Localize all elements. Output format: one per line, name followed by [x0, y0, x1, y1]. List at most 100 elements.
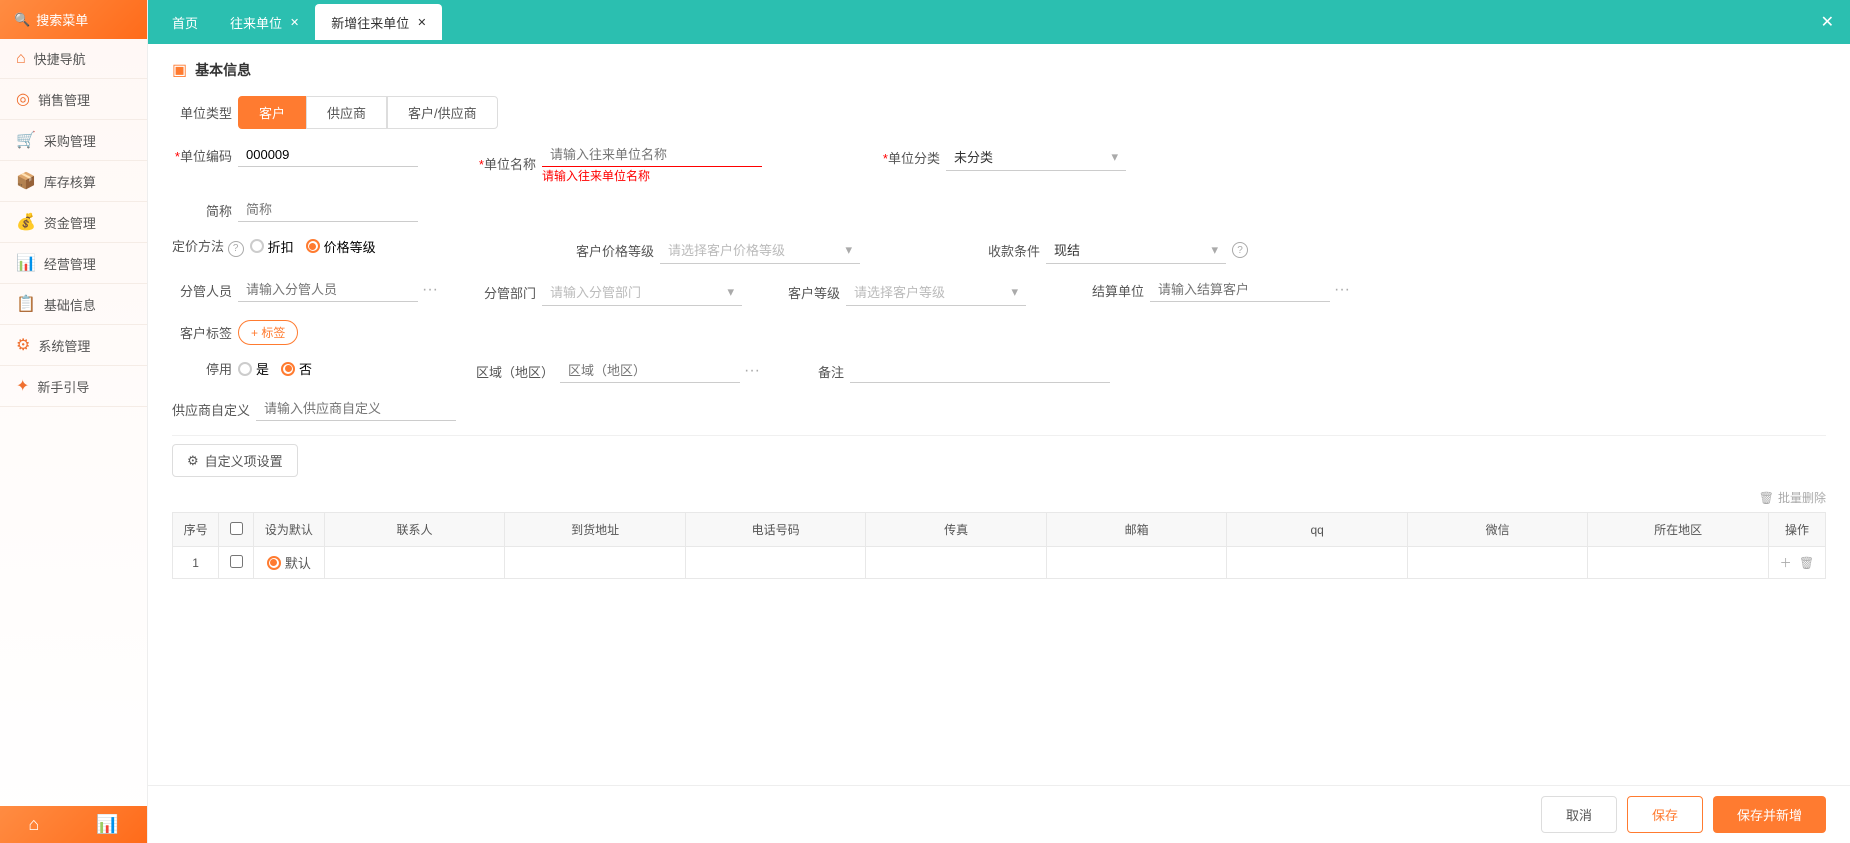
sidebar-item-quick-nav[interactable]: ⌂ 快捷导航: [0, 39, 147, 79]
home-bottom-icon[interactable]: ⌂: [28, 814, 39, 835]
tab-partner-list[interactable]: 往来单位 ✕: [214, 4, 315, 40]
radio-price-level-label: 价格等级: [324, 237, 376, 256]
settlement-label: 结算单位: [1084, 281, 1144, 300]
tabbar-close-button[interactable]: ✕: [1813, 8, 1842, 36]
row-fax-input[interactable]: [876, 556, 1036, 570]
customer-level-select[interactable]: 请选择客户等级 ▾: [846, 278, 1026, 306]
row-fax[interactable]: [866, 547, 1047, 579]
unit-name-error: 请输入往来单位名称: [542, 167, 762, 184]
radio-no[interactable]: 否: [281, 359, 312, 378]
department-arrow: ▾: [727, 284, 734, 300]
sidebar-item-finance[interactable]: 💰 资金管理: [0, 202, 147, 243]
region-dots[interactable]: ···: [744, 362, 760, 380]
remark-field: 备注: [784, 359, 1110, 383]
sidebar-item-purchase[interactable]: 🛒 采购管理: [0, 120, 147, 161]
settlement-input[interactable]: [1150, 278, 1330, 302]
sidebar-item-guide[interactable]: ✦ 新手引导: [0, 366, 147, 407]
unit-code-input[interactable]: [238, 143, 418, 167]
row-no: 1: [173, 547, 219, 579]
supplier-custom-label: 供应商自定义: [172, 400, 250, 419]
add-tag-button[interactable]: + 标签: [238, 320, 298, 345]
sidebar: 🔍 搜索菜单 ⌂ 快捷导航 ◎ 销售管理 🛒 采购管理 📦 库存核算 💰 资金管…: [0, 0, 148, 843]
section-title: 基本信息: [195, 60, 251, 80]
save-button[interactable]: 保存: [1627, 796, 1703, 833]
supplier-custom-input[interactable]: [256, 397, 456, 421]
row-phone[interactable]: [685, 547, 866, 579]
unit-category-select[interactable]: 未分类 ▾: [946, 143, 1126, 171]
row-qq[interactable]: [1227, 547, 1408, 579]
sidebar-item-sales[interactable]: ◎ 销售管理: [0, 79, 147, 120]
custom-settings-button[interactable]: ⚙ 自定义项设置: [172, 444, 298, 477]
row-region-input[interactable]: [1598, 556, 1758, 570]
disabled-label: 停用: [172, 359, 232, 378]
sidebar-item-stock[interactable]: 📦 库存核算: [0, 161, 147, 202]
col-qq: qq: [1227, 513, 1408, 547]
supplier-custom-field: 供应商自定义: [172, 397, 456, 421]
row-qq-input[interactable]: [1237, 556, 1397, 570]
row-checkbox-input[interactable]: [230, 555, 243, 568]
radio-discount-label: 折扣: [268, 237, 294, 256]
row-phone-input[interactable]: [696, 556, 856, 570]
unit-name-input[interactable]: [542, 143, 762, 167]
section-icon: ▣: [172, 60, 187, 80]
payment-terms-select[interactable]: 现结 ▾: [1046, 236, 1226, 264]
tab-partner-list-close[interactable]: ✕: [290, 16, 299, 29]
manager-dots[interactable]: ···: [422, 281, 438, 299]
manager-field: 分管人员 ···: [172, 278, 452, 302]
unit-btn-supplier[interactable]: 供应商: [306, 96, 387, 129]
unit-btn-customer[interactable]: 客户: [238, 96, 306, 129]
batch-delete-area[interactable]: 🗑 批量删除: [172, 489, 1826, 506]
tab-add-partner[interactable]: 新增往来单位 ✕: [315, 4, 442, 40]
chart-bottom-icon[interactable]: 📊: [96, 814, 118, 835]
row-checkbox[interactable]: [219, 547, 254, 579]
col-no: 序号: [173, 513, 219, 547]
manager-input[interactable]: [238, 278, 418, 302]
row-wechat-input[interactable]: [1418, 556, 1578, 570]
department-placeholder: 请输入分管部门: [550, 282, 641, 301]
sidebar-item-basic-info[interactable]: 📋 基础信息: [0, 284, 147, 325]
disabled-radio-group: 是 否: [238, 359, 312, 378]
settlement-dots[interactable]: ···: [1334, 281, 1350, 299]
row-delete-icon[interactable]: 🗑: [1799, 556, 1814, 570]
row-region[interactable]: [1588, 547, 1769, 579]
row-contact[interactable]: [324, 547, 505, 579]
region-input[interactable]: [560, 359, 740, 383]
row-default-radio[interactable]: 默认: [264, 553, 314, 572]
price-level-select[interactable]: 请选择客户价格等级 ▾: [660, 236, 860, 264]
short-name-input[interactable]: [238, 198, 418, 222]
row-wechat[interactable]: [1407, 547, 1588, 579]
sidebar-item-system[interactable]: ⚙ 系统管理: [0, 325, 147, 366]
batch-delete-label: 批量删除: [1778, 489, 1826, 506]
sidebar-item-operations[interactable]: 📊 经营管理: [0, 243, 147, 284]
cancel-button[interactable]: 取消: [1541, 796, 1617, 833]
row-contact-input[interactable]: [335, 556, 495, 570]
radio-price-level[interactable]: 价格等级: [306, 237, 376, 256]
short-name-field: 简称: [172, 198, 452, 222]
row-action: ＋ 🗑: [1768, 547, 1825, 579]
sidebar-search[interactable]: 🔍 搜索菜单: [0, 0, 147, 39]
radio-discount[interactable]: 折扣: [250, 237, 294, 256]
row-default-circle: [267, 556, 281, 570]
tab-add-partner-label: 新增往来单位: [331, 13, 409, 32]
sales-icon: ◎: [16, 89, 30, 109]
row-address[interactable]: [505, 547, 686, 579]
row-email[interactable]: [1046, 547, 1227, 579]
col-address: 到货地址: [505, 513, 686, 547]
tab-home[interactable]: 首页: [156, 4, 214, 40]
payment-terms-help-icon[interactable]: ?: [1232, 242, 1248, 258]
price-level-arrow: ▾: [845, 242, 852, 258]
unit-btn-both[interactable]: 客户/供应商: [387, 96, 498, 129]
row-email-input[interactable]: [1057, 556, 1217, 570]
unit-category-label: *单位分类: [880, 148, 940, 167]
select-all-checkbox[interactable]: [230, 522, 243, 535]
row-add-icon[interactable]: ＋: [1780, 556, 1792, 570]
remark-input[interactable]: [850, 359, 1110, 383]
short-name-row: 简称: [172, 198, 1826, 222]
pricing-help-icon[interactable]: ?: [228, 241, 244, 257]
row-address-input[interactable]: [515, 556, 675, 570]
department-select[interactable]: 请输入分管部门 ▾: [542, 278, 742, 306]
disabled-field: 停用 是 否: [172, 359, 452, 378]
tab-add-partner-close[interactable]: ✕: [417, 16, 426, 29]
radio-yes[interactable]: 是: [238, 359, 269, 378]
save-new-button[interactable]: 保存并新增: [1713, 796, 1826, 833]
